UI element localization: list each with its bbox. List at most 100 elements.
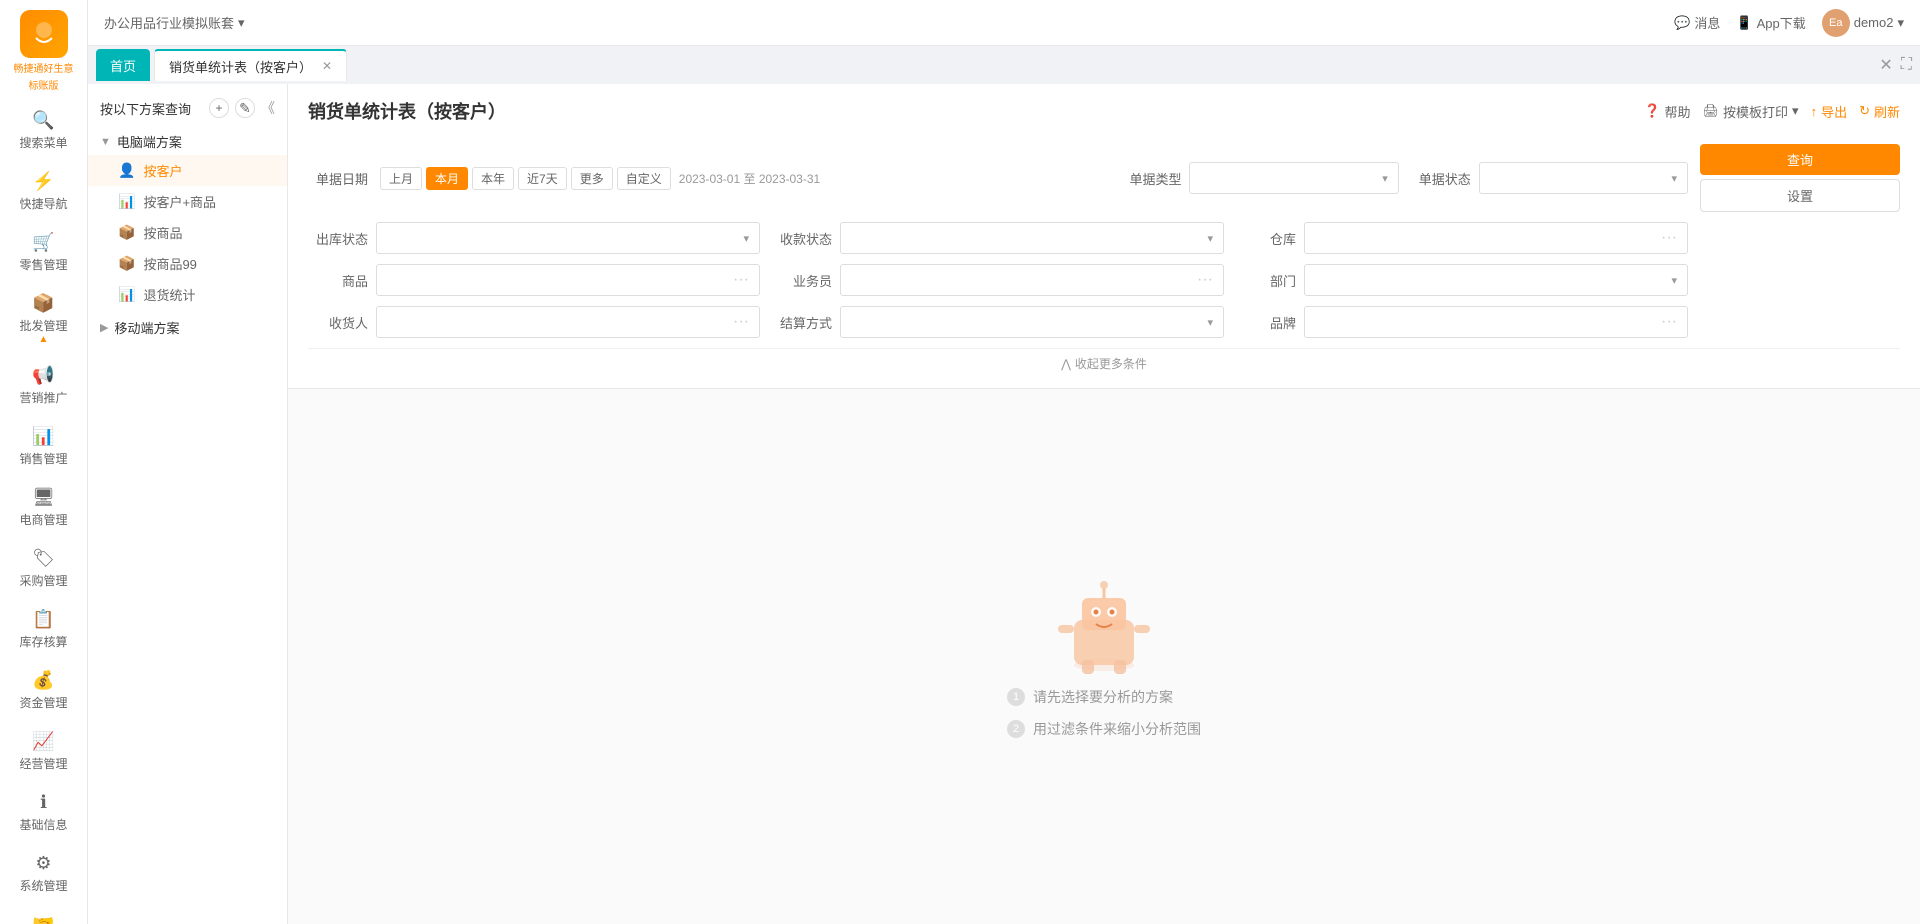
scheme-panel-title: 按以下方案查询 bbox=[100, 99, 191, 118]
dept-label: 部门 bbox=[1236, 271, 1296, 290]
sidebar-label-marketing: 营销推广 bbox=[19, 389, 67, 406]
warehouse-select[interactable]: ··· bbox=[1304, 222, 1688, 254]
consignee-filter: 收货人 ··· bbox=[308, 306, 760, 338]
topbar-company-name: 办公用品行业模拟账套 bbox=[104, 13, 234, 32]
sidebar-item-retail[interactable]: 🛒 零售管理 bbox=[0, 222, 87, 283]
warehouse-label: 仓库 bbox=[1236, 229, 1296, 248]
scheme-item-by-goods-99[interactable]: 📦 按商品99 bbox=[88, 248, 287, 279]
tab-close-button[interactable]: ✕ bbox=[322, 59, 332, 73]
doc-type-select[interactable]: ▾ bbox=[1189, 162, 1398, 194]
filter-area: 单据日期 上月 本月 本年 近7天 更多 自定义 2023-03-01 至 20… bbox=[288, 134, 1920, 389]
sidebar-item-marketing[interactable]: 📢 营销推广 bbox=[0, 355, 87, 416]
purchase-icon: 🏷 bbox=[32, 548, 55, 569]
template-print-button[interactable]: 🖨 按模板打印 ▾ bbox=[1703, 102, 1799, 121]
settlement-label: 结算方式 bbox=[772, 313, 832, 332]
collapse-scheme-button[interactable]: 《 bbox=[261, 98, 275, 118]
sidebar-label-basic: 基础信息 bbox=[19, 816, 67, 833]
dept-select[interactable]: ▾ bbox=[1304, 264, 1688, 296]
tab-home[interactable]: 首页 bbox=[96, 49, 150, 81]
brand-dots: ··· bbox=[1661, 313, 1677, 331]
scheme-actions: + ✎ 《 bbox=[209, 98, 275, 118]
scheme-item-label-by-goods: 按商品 bbox=[143, 223, 182, 242]
tab-bar: 首页 销货单统计表（按客户） ✕ ✕ ⛶ bbox=[88, 46, 1920, 84]
salesperson-select[interactable]: ··· bbox=[840, 264, 1224, 296]
step-2-num: 2 bbox=[1007, 720, 1025, 738]
warehouse-filter: 仓库 ··· bbox=[1236, 222, 1688, 254]
out-status-filter: 出库状态 ▾ bbox=[308, 222, 760, 254]
close-window-button[interactable]: ✕ bbox=[1879, 55, 1892, 75]
sidebar-item-search[interactable]: 🔍 搜索菜单 bbox=[0, 100, 87, 161]
goods-filter: 商品 ··· bbox=[308, 264, 760, 296]
dept-filter: 部门 ▾ bbox=[1236, 264, 1688, 296]
scheme-item-return-stat[interactable]: 📊 退货统计 bbox=[88, 279, 287, 310]
topbar-right: 💬 消息 📱 App下载 Ea demo2 ▾ bbox=[1674, 9, 1904, 37]
date-btn-last-month[interactable]: 上月 bbox=[380, 167, 422, 190]
consignee-select[interactable]: ··· bbox=[376, 306, 760, 338]
step-1-num: 1 bbox=[1007, 688, 1025, 706]
edit-scheme-button[interactable]: ✎ bbox=[235, 98, 255, 118]
sidebar-item-finance[interactable]: 💰 资金管理 bbox=[0, 660, 87, 721]
sidebar-item-basic[interactable]: ℹ 基础信息 bbox=[0, 782, 87, 843]
sidebar-label-inventory: 库存核算 bbox=[19, 633, 67, 650]
message-button[interactable]: 💬 消息 bbox=[1674, 13, 1720, 32]
doc-status-arrow: ▾ bbox=[1671, 172, 1677, 185]
add-scheme-button[interactable]: + bbox=[209, 98, 229, 118]
help-button[interactable]: ❓ 帮助 bbox=[1644, 102, 1690, 121]
empty-hint-1: 1 请先选择要分析的方案 bbox=[1007, 683, 1201, 711]
date-btn-this-year[interactable]: 本年 bbox=[472, 167, 514, 190]
export-button[interactable]: ↑ 导出 bbox=[1811, 102, 1848, 121]
fullscreen-button[interactable]: ⛶ bbox=[1901, 56, 1912, 74]
sidebar-label-ecommerce: 电商管理 bbox=[19, 511, 67, 528]
settings-button[interactable]: 设置 bbox=[1700, 179, 1900, 212]
salesperson-label: 业务员 bbox=[772, 271, 832, 290]
sidebar-label-retail: 零售管理 bbox=[19, 256, 67, 273]
sidebar-item-inventory[interactable]: 📋 库存核算 bbox=[0, 599, 87, 660]
sidebar-item-purchase[interactable]: 🏷 采购管理 bbox=[0, 538, 87, 599]
sidebar-item-ecommerce[interactable]: 🖥 电商管理 bbox=[0, 477, 87, 538]
goods-select[interactable]: ··· bbox=[376, 264, 760, 296]
sidebar-item-sales-mgmt[interactable]: 📊 销售管理 bbox=[0, 416, 87, 477]
scheme-group-pc-header[interactable]: ▼ 电脑端方案 bbox=[88, 128, 287, 155]
refresh-button[interactable]: ↻ 刷新 bbox=[1859, 102, 1900, 121]
empty-illustration bbox=[1044, 570, 1164, 683]
tab-sales-stat[interactable]: 销货单统计表（按客户） ✕ bbox=[154, 49, 347, 81]
scheme-group-mobile-header[interactable]: ▶ 移动端方案 bbox=[88, 314, 287, 341]
scheme-item-by-customer-goods[interactable]: 📊 按客户+商品 bbox=[88, 186, 287, 217]
settlement-select[interactable]: ▾ bbox=[840, 306, 1224, 338]
app-download-label: App下载 bbox=[1757, 13, 1806, 32]
app-download-button[interactable]: 📱 App下载 bbox=[1736, 13, 1805, 32]
brand-select[interactable]: ··· bbox=[1304, 306, 1688, 338]
date-btn-more[interactable]: 更多 bbox=[571, 167, 613, 190]
collapse-more-button[interactable]: ⋀ 收起更多条件 bbox=[1061, 355, 1147, 372]
print-dropdown-arrow: ▾ bbox=[1792, 103, 1799, 119]
sidebar-item-shortcut[interactable]: ⚡ 快捷导航 bbox=[0, 161, 87, 222]
sidebar-item-system[interactable]: ⚙ 系统管理 bbox=[0, 843, 87, 904]
scheme-item-by-goods[interactable]: 📦 按商品 bbox=[88, 217, 287, 248]
goods-label: 商品 bbox=[308, 271, 368, 290]
user-dropdown-arrow: ▾ bbox=[1897, 15, 1904, 31]
out-status-select[interactable]: ▾ bbox=[376, 222, 760, 254]
date-btn-last-7[interactable]: 近7天 bbox=[518, 167, 567, 190]
empty-hint-2-text: 用过滤条件来缩小分析范围 bbox=[1033, 715, 1201, 743]
sidebar-item-business[interactable]: 📈 经营管理 bbox=[0, 721, 87, 782]
logo-text: 畅捷通好生意 bbox=[14, 60, 74, 75]
topbar-title-dropdown[interactable]: 办公用品行业模拟账套 ▾ bbox=[104, 13, 245, 32]
sidebar-label-system: 系统管理 bbox=[19, 877, 67, 894]
user-menu[interactable]: Ea demo2 ▾ bbox=[1822, 9, 1904, 37]
goods-dots: ··· bbox=[733, 271, 749, 289]
query-button[interactable]: 查询 bbox=[1700, 144, 1900, 175]
out-status-label: 出库状态 bbox=[308, 229, 368, 248]
scheme-item-by-customer[interactable]: 👤 按客户 bbox=[88, 155, 287, 186]
sidebar-item-enterprise[interactable]: 🤝 企业协同 bbox=[0, 904, 87, 924]
help-label: 帮助 bbox=[1664, 102, 1690, 121]
doc-status-select[interactable]: ▾ bbox=[1479, 162, 1688, 194]
message-label: 消息 bbox=[1694, 13, 1720, 32]
receipt-status-select[interactable]: ▾ bbox=[840, 222, 1224, 254]
dept-arrow: ▾ bbox=[1671, 274, 1677, 287]
download-icon: 📱 bbox=[1736, 15, 1752, 31]
date-btn-custom[interactable]: 自定义 bbox=[617, 167, 671, 190]
sidebar-item-wholesale[interactable]: 📦 批发管理 ▲ bbox=[0, 283, 87, 355]
inventory-icon: 📋 bbox=[32, 609, 54, 630]
salesperson-filter: 业务员 ··· bbox=[772, 264, 1224, 296]
date-btn-this-month[interactable]: 本月 bbox=[426, 167, 468, 190]
